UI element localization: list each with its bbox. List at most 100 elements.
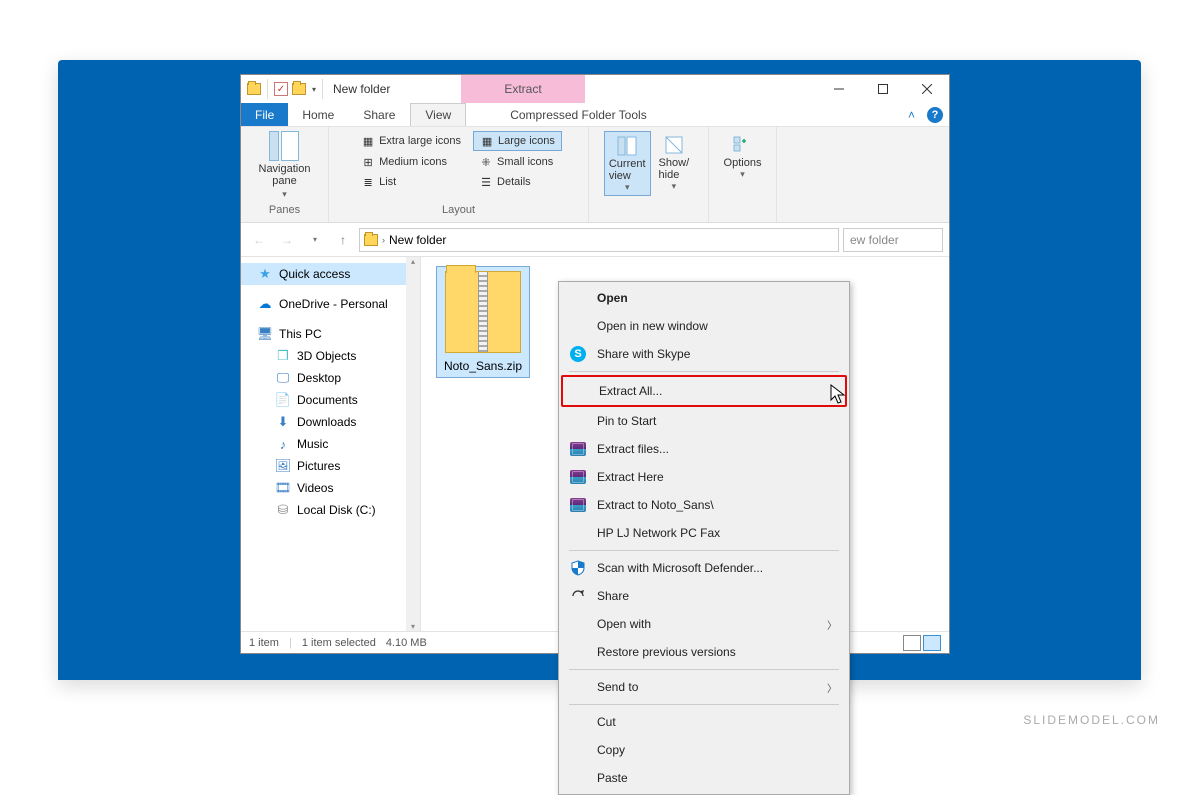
tree-this-pc[interactable]: 🖥 This PC <box>241 323 420 345</box>
ctx-copy[interactable]: Copy <box>561 736 847 764</box>
tree-local-disk[interactable]: ⛁Local Disk (C:) <box>241 499 420 521</box>
watermark: SLIDEMODEL.COM <box>1023 713 1160 727</box>
cursor-icon <box>830 384 846 406</box>
status-item-count: 1 item <box>249 637 279 649</box>
status-size: 4.10 MB <box>386 637 427 649</box>
title-bar: ✓ ▾ New folder Extract <box>241 75 949 103</box>
ribbon-group-layout: Layout <box>442 204 475 218</box>
sidebar-scrollbar[interactable] <box>406 257 420 631</box>
cube-icon: ❒ <box>275 348 291 364</box>
disk-icon: ⛁ <box>275 502 291 518</box>
ctx-extract-all[interactable]: Extract All... <box>561 375 847 407</box>
navigation-tree: ★ Quick access ☁ OneDrive - Personal 🖥 T… <box>241 257 421 631</box>
minimize-button[interactable] <box>817 75 861 103</box>
document-icon: 📄 <box>275 392 291 408</box>
ctx-pin-to-start[interactable]: Pin to Start <box>561 407 847 435</box>
current-view-button[interactable]: Current view▾ <box>604 131 651 196</box>
ribbon-tabs: File Home Share View Compressed Folder T… <box>241 103 949 127</box>
winrar-icon <box>570 442 586 456</box>
folder-icon <box>364 234 378 246</box>
context-menu: Open Open in new window SShare with Skyp… <box>558 281 850 795</box>
back-button[interactable]: ← <box>247 228 271 252</box>
tab-view[interactable]: View <box>410 103 466 126</box>
ctx-send-to[interactable]: Send to〉 <box>561 673 847 701</box>
maximize-button[interactable] <box>861 75 905 103</box>
ctx-cut[interactable]: Cut <box>561 708 847 736</box>
backdrop: ✓ ▾ New folder Extract File Home Share V… <box>58 60 1141 680</box>
layout-small[interactable]: ⁜Small icons <box>473 153 562 171</box>
qat-newfolder-icon[interactable] <box>292 83 306 95</box>
skype-icon: S <box>570 346 586 362</box>
tree-onedrive[interactable]: ☁ OneDrive - Personal <box>241 293 420 315</box>
ctx-hp-fax[interactable]: HP LJ Network PC Fax <box>561 519 847 547</box>
chevron-right-icon: 〉 <box>827 680 837 695</box>
ctx-open-new-window[interactable]: Open in new window <box>561 312 847 340</box>
tree-desktop[interactable]: 🖵Desktop <box>241 367 420 389</box>
tree-pictures[interactable]: 🖼Pictures <box>241 455 420 477</box>
folder-icon <box>247 83 261 95</box>
ctx-scan-defender[interactable]: Scan with Microsoft Defender... <box>561 554 847 582</box>
zip-folder-icon <box>445 271 521 353</box>
tree-quick-access[interactable]: ★ Quick access <box>241 263 420 285</box>
tab-compressed-tools[interactable]: Compressed Folder Tools <box>496 103 661 126</box>
ribbon-collapse-icon[interactable]: ˄ <box>902 103 921 126</box>
ribbon: Navigation pane ▾ Panes ▦Extra large ico… <box>241 127 949 223</box>
chevron-right-icon: 〉 <box>827 617 837 632</box>
window-title: New folder <box>333 82 390 96</box>
cloud-icon: ☁ <box>257 296 273 312</box>
music-icon: ♪ <box>275 436 291 452</box>
ctx-share[interactable]: Share <box>561 582 847 610</box>
ribbon-group-panes: Panes <box>269 204 300 218</box>
ctx-paste[interactable]: Paste <box>561 764 847 792</box>
download-icon: ⬇ <box>275 414 291 430</box>
tab-share[interactable]: Share <box>349 103 410 126</box>
breadcrumb-segment[interactable]: New folder <box>389 233 446 247</box>
layout-list[interactable]: ≣List <box>355 173 467 191</box>
ctx-open[interactable]: Open <box>561 284 847 312</box>
address-bar: ← → ▾ ↑ › New folder ew folder <box>241 223 949 257</box>
ctx-extract-files[interactable]: Extract files... <box>561 435 847 463</box>
search-input[interactable]: ew folder <box>843 228 943 252</box>
up-button[interactable]: ↑ <box>331 228 355 252</box>
layout-extra-large[interactable]: ▦Extra large icons <box>355 131 467 151</box>
help-icon[interactable]: ? <box>921 103 949 126</box>
layout-details[interactable]: ☰Details <box>473 173 562 191</box>
picture-icon: 🖼 <box>275 458 291 474</box>
layout-large[interactable]: ▦Large icons <box>473 131 562 151</box>
show-hide-button[interactable]: Show/ hide▾ <box>655 131 694 196</box>
ctx-restore-versions[interactable]: Restore previous versions <box>561 638 847 666</box>
navigation-pane-button[interactable]: Navigation pane ▾ <box>259 131 311 200</box>
options-button[interactable]: Options▾ <box>720 131 766 182</box>
shield-icon <box>570 560 586 576</box>
ctx-extract-to[interactable]: Extract to Noto_Sans\ <box>561 491 847 519</box>
tree-downloads[interactable]: ⬇Downloads <box>241 411 420 433</box>
chevron-down-icon: ▾ <box>282 189 287 200</box>
breadcrumb[interactable]: › New folder <box>359 228 839 252</box>
qat-dropdown-icon[interactable]: ▾ <box>312 85 316 94</box>
tree-3d-objects[interactable]: ❒3D Objects <box>241 345 420 367</box>
tab-file[interactable]: File <box>241 103 288 126</box>
winrar-icon <box>570 470 586 484</box>
winrar-icon <box>570 498 586 512</box>
forward-button[interactable]: → <box>275 228 299 252</box>
tab-home[interactable]: Home <box>288 103 349 126</box>
qat-properties-icon[interactable]: ✓ <box>274 82 288 96</box>
share-icon <box>570 588 586 604</box>
tree-videos[interactable]: 🎞Videos <box>241 477 420 499</box>
view-large-toggle[interactable] <box>923 635 941 651</box>
file-name: Noto_Sans.zip <box>441 359 525 373</box>
tree-documents[interactable]: 📄Documents <box>241 389 420 411</box>
pc-icon: 🖥 <box>257 326 273 342</box>
contextual-tab-extract[interactable]: Extract <box>461 75 585 103</box>
ctx-share-skype[interactable]: SShare with Skype <box>561 340 847 368</box>
view-details-toggle[interactable] <box>903 635 921 651</box>
ctx-extract-here[interactable]: Extract Here <box>561 463 847 491</box>
file-noto-sans-zip[interactable]: Noto_Sans.zip <box>437 267 529 377</box>
layout-medium[interactable]: ⊞Medium icons <box>355 153 467 171</box>
recent-dropdown[interactable]: ▾ <box>303 228 327 252</box>
star-icon: ★ <box>257 266 273 282</box>
close-button[interactable] <box>905 75 949 103</box>
status-selected: 1 item selected <box>302 637 376 649</box>
tree-music[interactable]: ♪Music <box>241 433 420 455</box>
ctx-open-with[interactable]: Open with〉 <box>561 610 847 638</box>
